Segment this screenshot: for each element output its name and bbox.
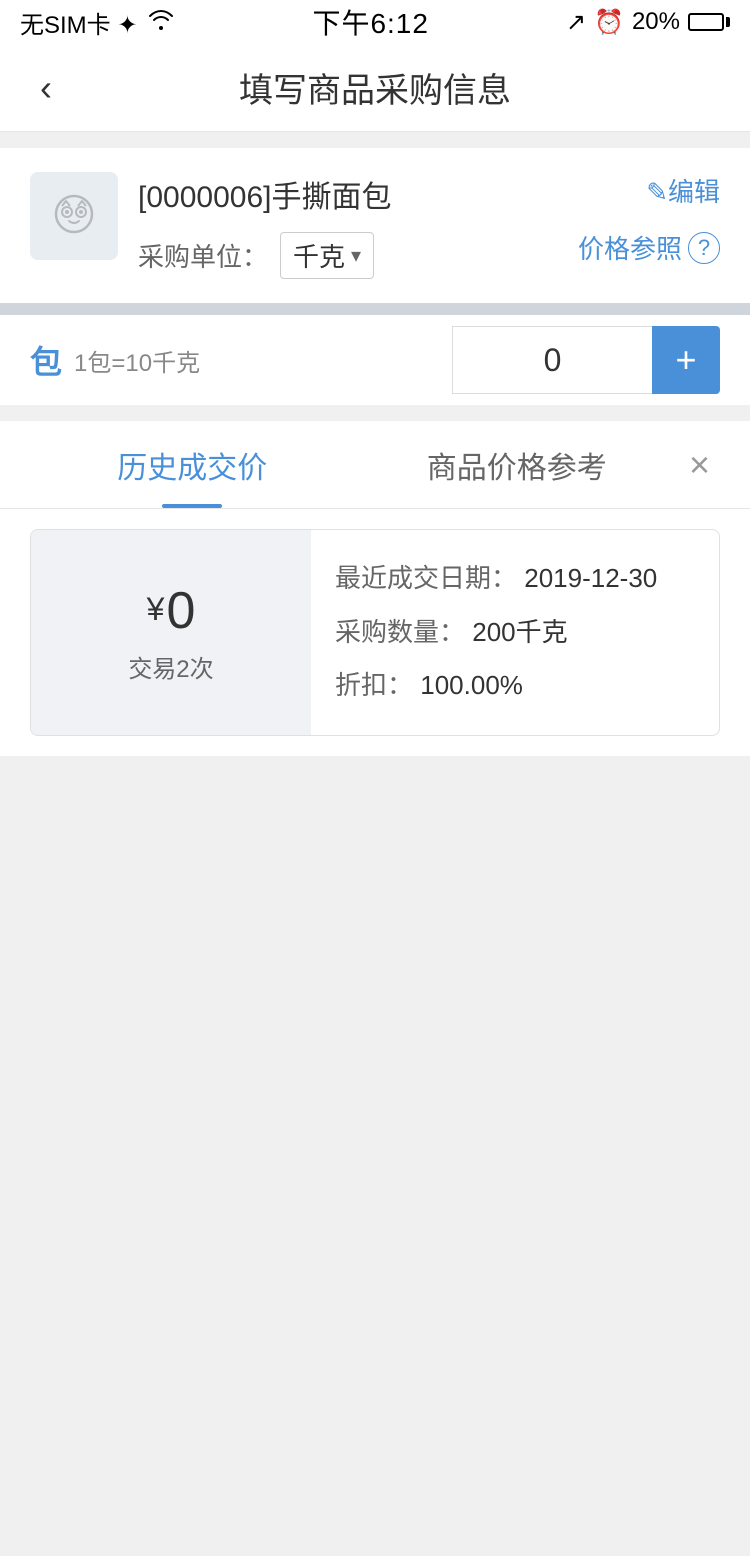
status-bar: 无SIM卡 ✦ 下午6:12 ↗ ⏰ 20% (0, 0, 750, 44)
tab-bar: 历史成交价 商品价格参考 × (0, 421, 750, 509)
product-unit-row: 采购单位： 千克 ▾ (138, 232, 578, 279)
discount-row: 折扣： 100.00% (335, 665, 695, 707)
transaction-price: ¥ 0 (147, 581, 196, 641)
price-value: 0 (166, 581, 195, 641)
qty-input-area: 0 + (452, 326, 720, 394)
quantity-row: 包 1包=10千克 0 + (0, 315, 750, 405)
purchase-qty-value: 200千克 (472, 617, 567, 647)
product-card: [0000006]手撕面包 采购单位： 千克 ▾ ✎编辑 价格参照 ? (0, 148, 750, 303)
transaction-left-panel: ¥ 0 交易2次 (31, 530, 311, 735)
tab-history-price[interactable]: 历史成交价 (30, 421, 354, 508)
recent-date-row: 最近成交日期： 2019-12-30 (335, 558, 695, 600)
quantity-left: 包 1包=10千克 (30, 337, 200, 383)
product-name: [0000006]手撕面包 (138, 172, 578, 216)
status-left: 无SIM卡 ✦ (20, 5, 175, 40)
carrier-text: 无SIM卡 ✦ (20, 5, 137, 40)
status-time: 下午6:12 (312, 2, 429, 42)
location-icon: ↗ (566, 8, 586, 37)
transaction-list: ¥ 0 交易2次 最近成交日期： 2019-12-30 采购数量： 200千克 … (0, 509, 750, 756)
price-ref-button[interactable]: 价格参照 ? (578, 229, 720, 266)
main-content (0, 756, 750, 1556)
transaction-card: ¥ 0 交易2次 最近成交日期： 2019-12-30 采购数量： 200千克 … (30, 529, 720, 736)
transaction-right-panel: 最近成交日期： 2019-12-30 采购数量： 200千克 折扣： 100.0… (311, 530, 719, 735)
qty-input[interactable]: 0 (452, 326, 652, 394)
currency-symbol: ¥ (147, 591, 165, 628)
discount-value: 100.00% (420, 670, 523, 700)
price-ref-label: 价格参照 (578, 229, 682, 266)
alarm-icon: ⏰ (594, 8, 624, 37)
recent-date-value: 2019-12-30 (524, 563, 657, 593)
product-image (30, 172, 118, 260)
tab-underline (162, 504, 222, 508)
qty-plus-button[interactable]: + (652, 326, 720, 394)
unit-value: 千克 (293, 237, 345, 274)
transaction-count: 交易2次 (128, 649, 213, 684)
product-info: [0000006]手撕面包 采购单位： 千克 ▾ (138, 172, 578, 279)
nav-bar: ‹ 填写商品采购信息 (0, 44, 750, 132)
tab-history-label: 历史成交价 (117, 443, 267, 487)
recent-date-label: 最近成交日期： (335, 563, 517, 593)
tab-price-ref-label: 商品价格参考 (427, 443, 607, 487)
product-left: [0000006]手撕面包 采购单位： 千克 ▾ (30, 172, 578, 279)
unit-select[interactable]: 千克 ▾ (280, 232, 374, 279)
back-button[interactable]: ‹ (30, 57, 62, 119)
help-icon: ? (688, 232, 720, 264)
status-right: ↗ ⏰ 20% (566, 8, 730, 37)
purchase-qty-row: 采购数量： 200千克 (335, 612, 695, 654)
close-button[interactable]: × (679, 437, 720, 493)
tab-section: 历史成交价 商品价格参考 × ¥ 0 交易2次 最近成交日期： 2019-12-… (0, 421, 750, 756)
unit-label: 采购单位： (138, 237, 268, 274)
wifi-icon (147, 8, 175, 37)
purchase-qty-label: 采购数量： (335, 617, 465, 647)
package-icon: 包 (30, 337, 62, 383)
tab-price-ref[interactable]: 商品价格参考 (354, 421, 678, 508)
chevron-down-icon: ▾ (351, 243, 361, 268)
edit-button[interactable]: ✎编辑 (646, 172, 720, 209)
product-right-actions: ✎编辑 价格参照 ? (578, 172, 720, 266)
discount-label: 折扣： (335, 670, 413, 700)
battery-icon (688, 13, 730, 31)
qty-ratio: 1包=10千克 (74, 343, 200, 378)
gray-divider (0, 303, 750, 315)
page-title: 填写商品采购信息 (239, 63, 511, 112)
battery-percent: 20% (632, 8, 680, 36)
